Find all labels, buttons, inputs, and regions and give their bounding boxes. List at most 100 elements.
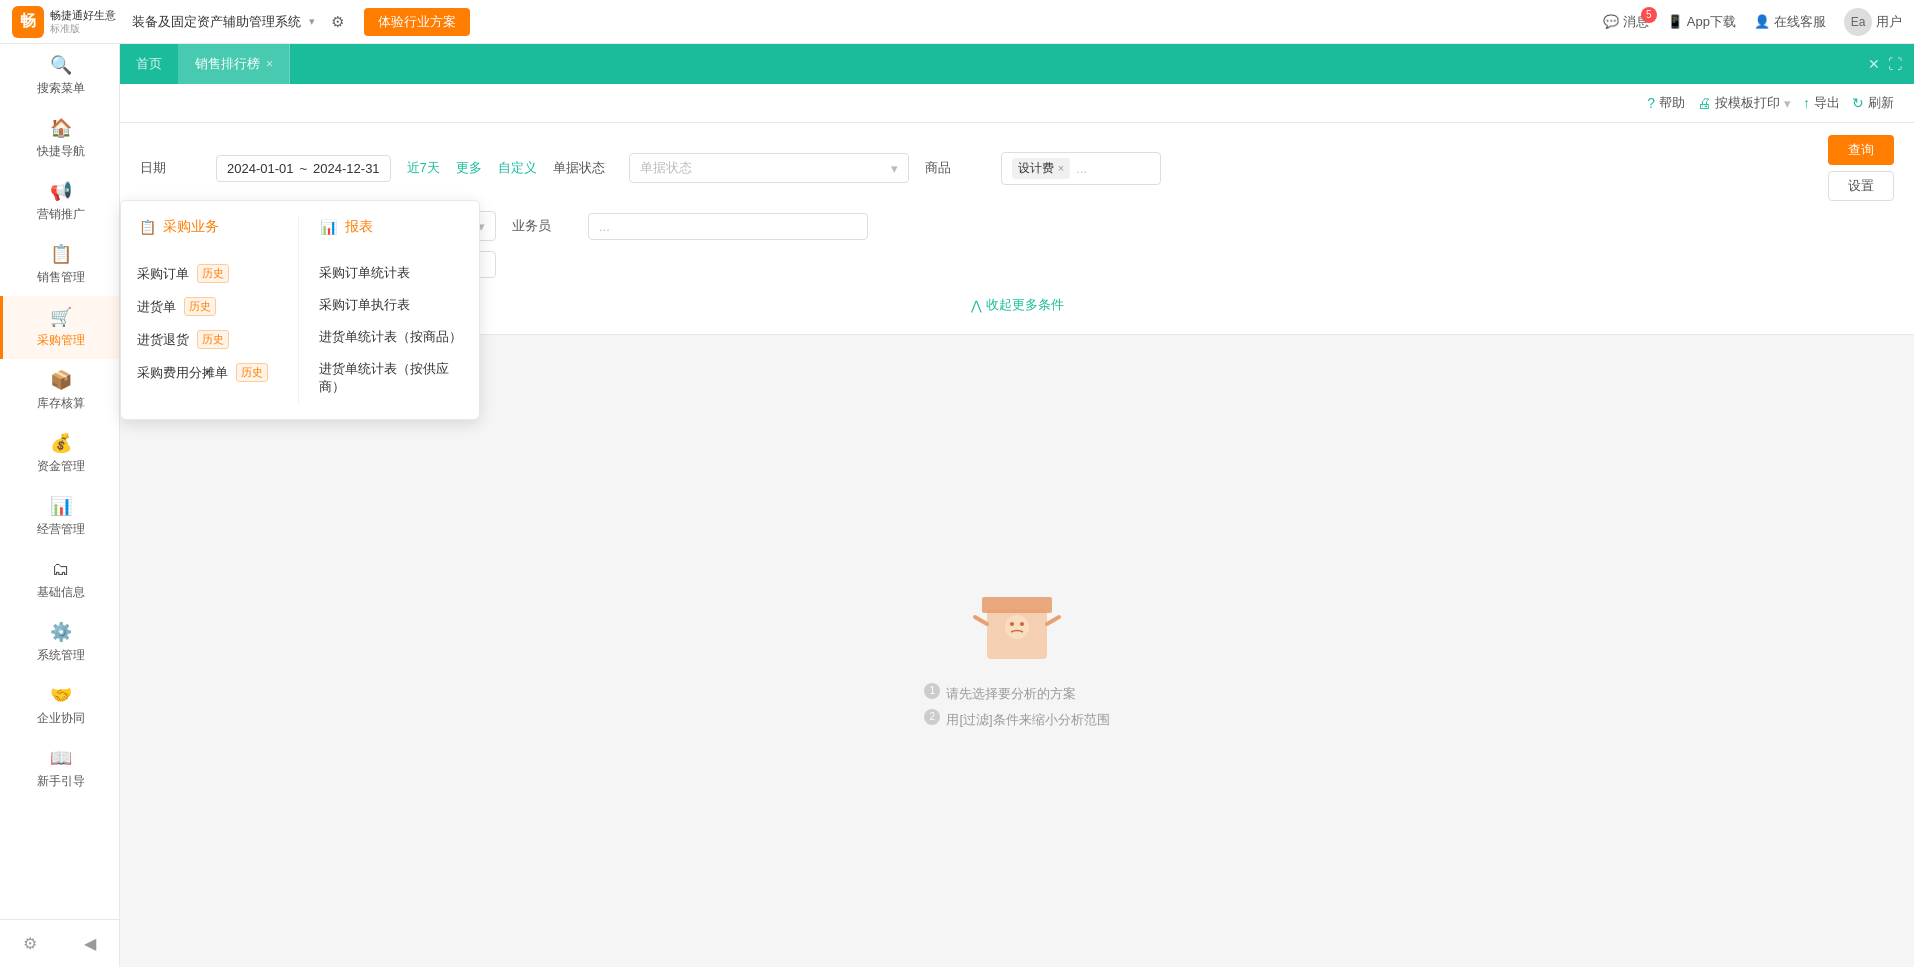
online-service-btn[interactable]: 👤 在线客服 <box>1754 13 1826 31</box>
logo-text: 畅捷通好生意 标准版 <box>50 8 116 35</box>
status-label: 单据状态 <box>553 159 613 177</box>
export-btn[interactable]: ↑ 导出 <box>1803 94 1840 112</box>
dropdown-item-return[interactable]: 进货退货 历史 <box>137 323 282 356</box>
status-select[interactable]: 单据状态 ▾ <box>629 153 909 183</box>
dropdown-item-order-exec-label: 采购订单执行表 <box>319 296 410 314</box>
salesman-more-icon[interactable]: ... <box>599 219 610 234</box>
basic-info-icon: 🗂 <box>50 558 72 580</box>
date-quick-more[interactable]: 更多 <box>456 159 482 177</box>
dropdown-item-order-stats-label: 采购订单统计表 <box>319 264 410 282</box>
sidebar-item-purchase-label: 采购管理 <box>37 332 85 349</box>
dropdown-item-inbound-label: 进货单 <box>137 298 176 316</box>
sidebar-item-search[interactable]: 🔍 搜索菜单 <box>0 44 119 107</box>
user-btn[interactable]: Ea 用户 <box>1844 8 1902 36</box>
history-badge-2: 历史 <box>184 297 216 316</box>
print-label: 按模板打印 <box>1715 94 1780 112</box>
date-quick-7days[interactable]: 近7天 <box>407 159 440 177</box>
sidebar-item-purchase[interactable]: 🛒 采购管理 <box>0 296 119 359</box>
goods-label: 商品 <box>925 159 985 177</box>
logo-area: 畅 畅捷通好生意 标准版 <box>12 6 132 38</box>
date-range-input[interactable]: 2024-01-01 ~ 2024-12-31 <box>216 155 391 182</box>
tab-home[interactable]: 首页 <box>120 44 179 84</box>
collapse-btn[interactable]: ⋀ 收起更多条件 <box>971 288 1064 322</box>
query-btn[interactable]: 查询 <box>1828 135 1894 165</box>
sales-icon: 📋 <box>50 243 72 265</box>
empty-illustration <box>957 569 1077 669</box>
collapse-label: 收起更多条件 <box>986 296 1064 314</box>
sidebar-item-operations[interactable]: 📊 经营管理 <box>0 485 119 548</box>
sidebar: 🔍 搜索菜单 🏠 快捷导航 📢 营销推广 📋 销售管理 🛒 采购管理 📦 库存核… <box>0 44 120 967</box>
date-quick-custom[interactable]: 自定义 <box>498 159 537 177</box>
app-download-label: App下载 <box>1687 13 1736 31</box>
sidebar-item-inventory[interactable]: 📦 库存核算 <box>0 359 119 422</box>
dropdown-item-order-stats[interactable]: 采购订单统计表 <box>319 257 464 289</box>
purchase-col-icon: 📋 <box>137 217 157 237</box>
tab-sales-rank-label: 销售排行榜 <box>195 55 260 73</box>
empty-svg <box>957 569 1077 669</box>
svg-rect-1 <box>982 597 1052 613</box>
refresh-icon: ↻ <box>1852 95 1864 111</box>
guide-icon: 📖 <box>50 747 72 769</box>
dropdown-item-inbound[interactable]: 进货单 历史 <box>137 290 282 323</box>
avatar: Ea <box>1844 8 1872 36</box>
sidebar-item-quick-nav[interactable]: 🏠 快捷导航 <box>0 107 119 170</box>
sidebar-item-marketing[interactable]: 📢 营销推广 <box>0 170 119 233</box>
industry-btn[interactable]: 体验行业方案 <box>364 8 470 36</box>
goods-more-icon[interactable]: ... <box>1076 161 1087 176</box>
service-icon: 👤 <box>1754 14 1770 29</box>
sidebar-item-sales[interactable]: 📋 销售管理 <box>0 233 119 296</box>
export-label: 导出 <box>1814 94 1840 112</box>
purchase-icon: 🛒 <box>50 306 72 328</box>
salesman-input[interactable]: ... <box>588 213 868 240</box>
date-range-start: 2024-01-01 <box>227 161 294 176</box>
user-label: 用户 <box>1876 13 1902 31</box>
tab-sales-rank[interactable]: 销售排行榜 × <box>179 44 290 84</box>
dropdown-item-order-exec[interactable]: 采购订单执行表 <box>319 289 464 321</box>
filter-settings-btn[interactable]: 设置 <box>1828 171 1894 201</box>
date-range-sep: ~ <box>300 161 308 176</box>
tab-maximize-icon[interactable]: ⛶ <box>1888 56 1902 72</box>
operations-icon: 📊 <box>50 495 72 517</box>
dropdown-item-inbound-stats-supplier[interactable]: 进货单统计表（按供应商） <box>319 353 464 403</box>
sidebar-item-search-label: 搜索菜单 <box>37 80 85 97</box>
tab-close-icon[interactable]: × <box>266 57 273 71</box>
dropdown-item-purchase-order[interactable]: 采购订单 历史 <box>137 257 282 290</box>
inventory-icon: 📦 <box>50 369 72 391</box>
sidebar-item-guide[interactable]: 📖 新手引导 <box>0 737 119 800</box>
history-badge-3: 历史 <box>197 330 229 349</box>
settings-icon[interactable]: ⚙ <box>331 13 344 31</box>
sidebar-item-system[interactable]: ⚙️ 系统管理 <box>0 611 119 674</box>
svg-point-2 <box>1005 615 1029 639</box>
search-icon: 🔍 <box>50 54 72 76</box>
print-chevron-icon[interactable]: ▾ <box>1784 96 1791 111</box>
dropdown-col-reports: 📊 报表 采购订单统计表 采购订单执行表 进货单统计表（按商品） 进货单统计表（… <box>298 217 464 403</box>
finance-icon: 💰 <box>50 432 72 454</box>
help-icon: ? <box>1647 95 1655 111</box>
help-btn[interactable]: ? 帮助 <box>1647 94 1685 112</box>
tab-bar-right: ✕ ⛶ <box>1868 56 1914 72</box>
tab-close-all-icon[interactable]: ✕ <box>1868 56 1880 72</box>
sidebar-item-basic-info[interactable]: 🗂 基础信息 <box>0 548 119 611</box>
sidebar-item-enterprise[interactable]: 🤝 企业协同 <box>0 674 119 737</box>
goods-tag-close[interactable]: × <box>1058 162 1064 174</box>
app-download-btn[interactable]: 📱 App下载 <box>1667 13 1736 31</box>
page-header: ? 帮助 🖨 按模板打印 ▾ ↑ 导出 ↻ 刷新 <box>120 84 1914 123</box>
message-btn[interactable]: 💬 消息 5 <box>1603 13 1649 31</box>
refresh-btn[interactable]: ↻ 刷新 <box>1852 94 1894 112</box>
sidebar-item-operations-label: 经营管理 <box>37 521 85 538</box>
sidebar-item-finance[interactable]: 💰 资金管理 <box>0 422 119 485</box>
system-title-area: 装备及固定资产辅助管理系统 ▾ ⚙ 体验行业方案 <box>132 8 470 36</box>
svg-line-5 <box>975 617 987 624</box>
goods-input[interactable]: 设计费 × ... <box>1001 152 1161 185</box>
empty-tip-2: 2 用[过滤]条件来缩小分析范围 <box>924 707 1109 733</box>
dropdown-item-expense[interactable]: 采购费用分摊单 历史 <box>137 356 282 389</box>
empty-tip-1: 1 请先选择要分析的方案 <box>924 681 1109 707</box>
dropdown-item-inbound-stats-supplier-label: 进货单统计表（按供应商） <box>319 360 464 396</box>
sidebar-settings-btn[interactable]: ⚙ <box>19 930 41 957</box>
dropdown-item-inbound-stats-goods-label: 进货单统计表（按商品） <box>319 328 462 346</box>
status-placeholder: 单据状态 <box>640 159 692 177</box>
print-btn[interactable]: 🖨 按模板打印 ▾ <box>1697 94 1791 112</box>
dropdown-item-inbound-stats-goods[interactable]: 进货单统计表（按商品） <box>319 321 464 353</box>
system-title-chevron[interactable]: ▾ <box>309 15 315 28</box>
sidebar-collapse-btn[interactable]: ◀ <box>80 930 100 957</box>
